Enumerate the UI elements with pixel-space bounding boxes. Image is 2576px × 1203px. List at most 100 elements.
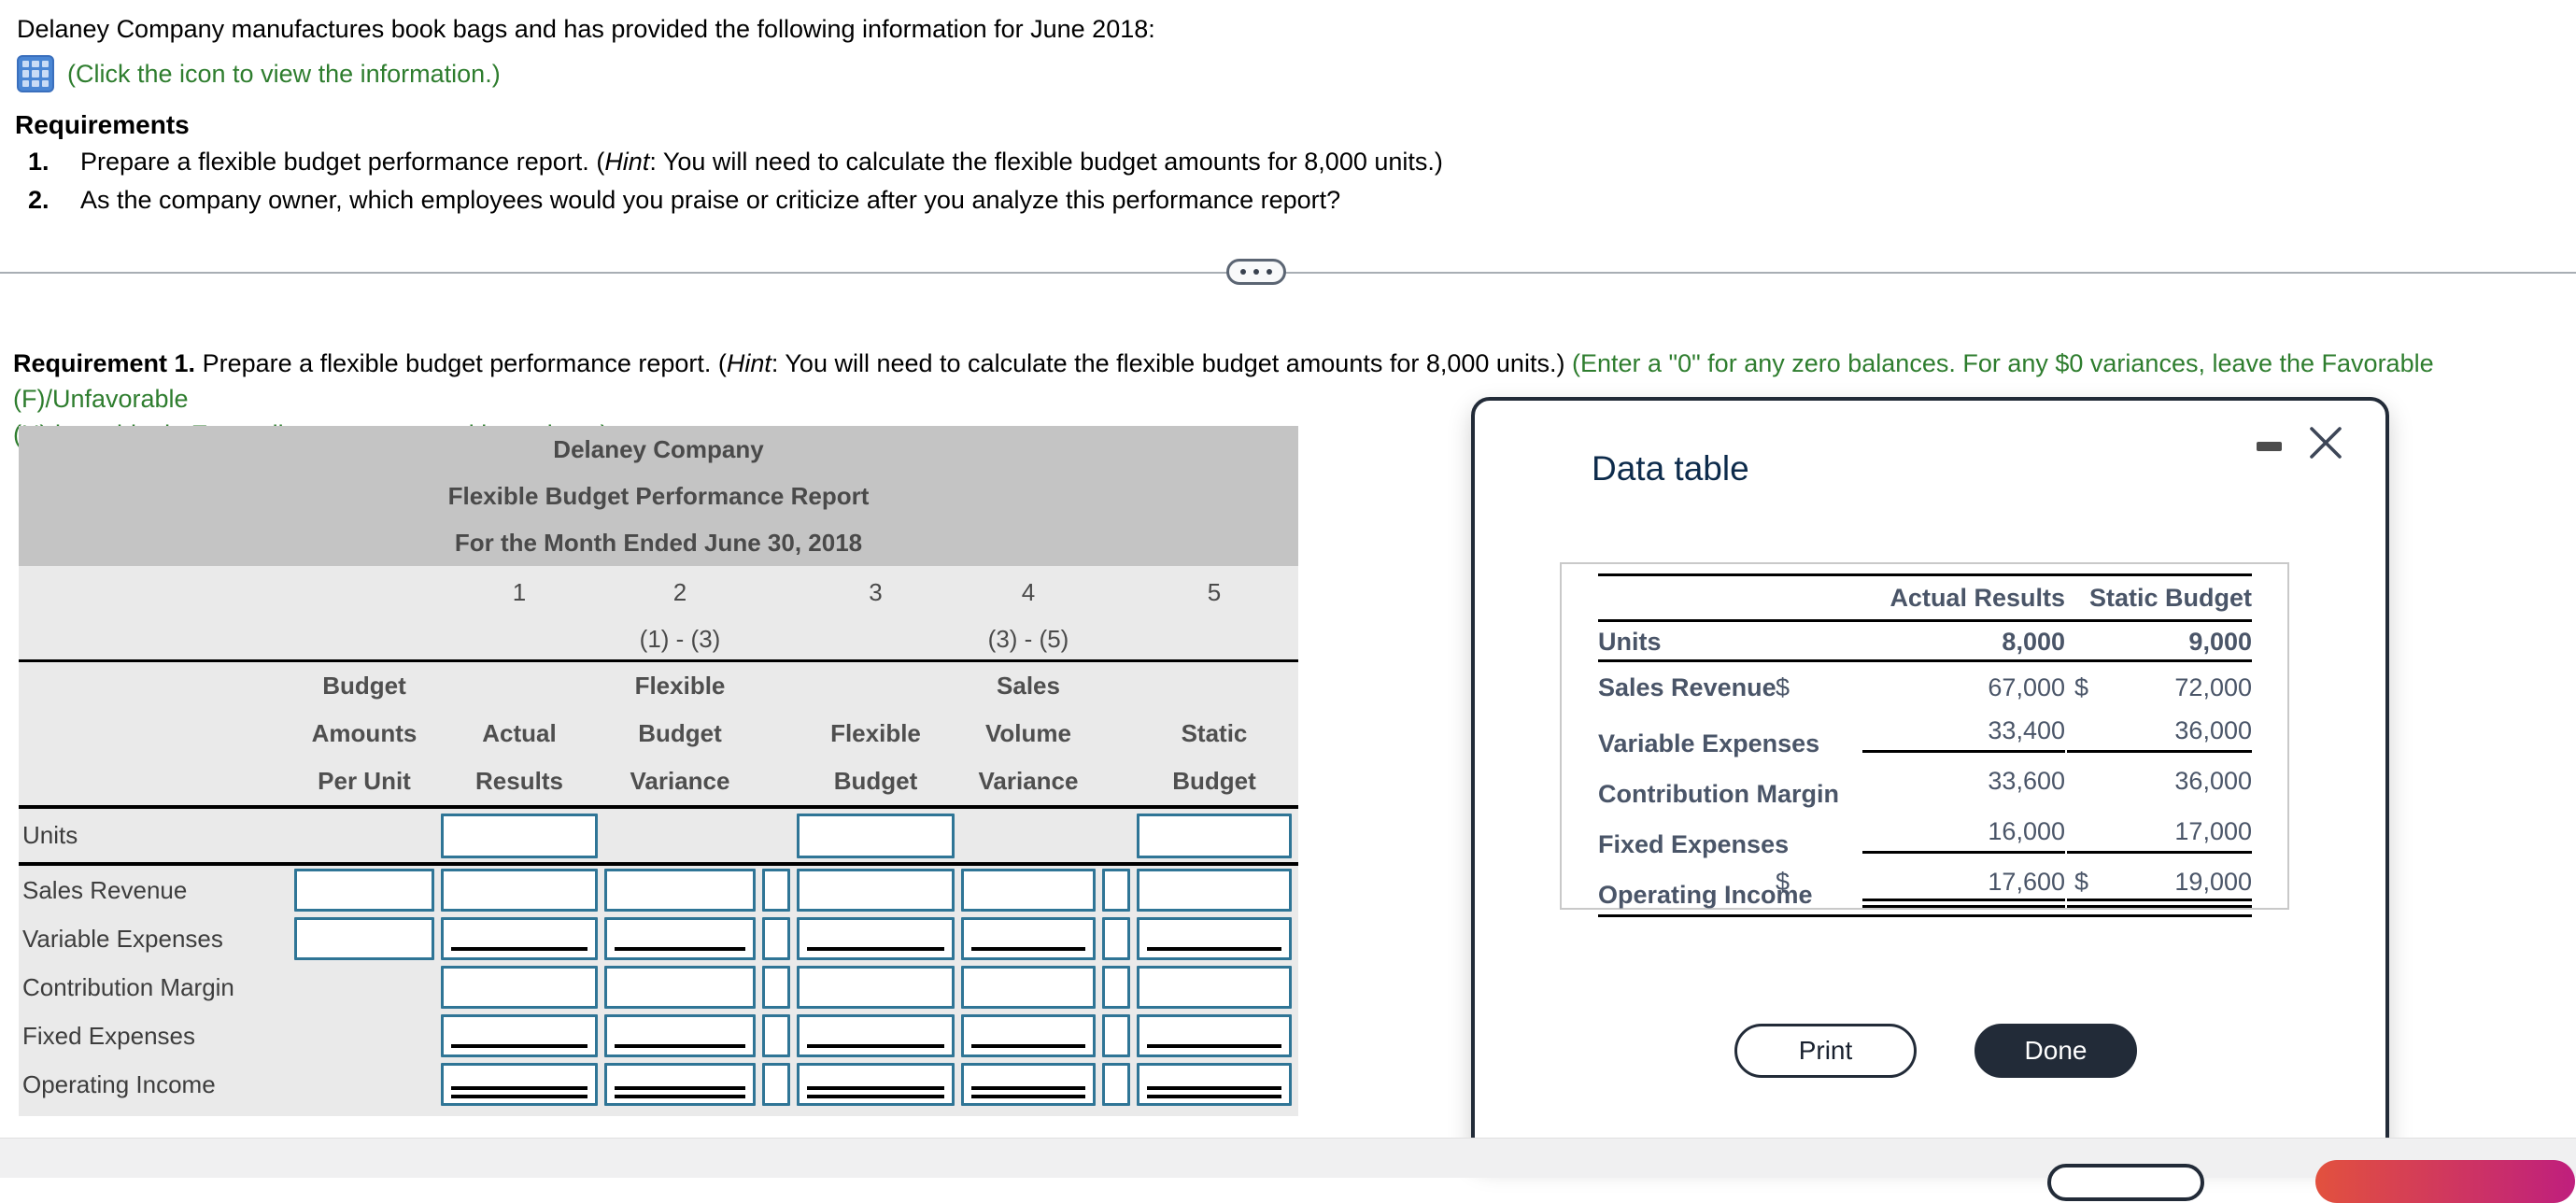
- input-sales-revenue-fbv-fu[interactable]: [762, 869, 790, 912]
- requirement-2-text: As the company owner, which employees wo…: [80, 186, 1341, 214]
- header-static: Static: [1181, 719, 1248, 747]
- header-budget2: Budget: [638, 719, 722, 747]
- row-label-operating-income: Operating Income: [22, 1069, 216, 1098]
- header-actual: Actual: [482, 719, 557, 747]
- col-number-5: 5: [1207, 577, 1222, 606]
- col-number-1: 1: [512, 577, 527, 606]
- col-number-3: 3: [869, 577, 883, 606]
- column-static-budget: Static Budget: [2088, 584, 2252, 612]
- data-row-sales-revenue: Sales Revenue $ 67,000 $ 72,000: [1598, 673, 2252, 701]
- data-table-panel: Actual Results Static Budget Units 8,000…: [1560, 562, 2289, 917]
- ellipsis-icon[interactable]: [1226, 259, 1286, 285]
- input-sales-revenue-budget-per-unit[interactable]: [294, 869, 434, 912]
- table-grid-icon[interactable]: [17, 55, 54, 92]
- units-flexible-budget-field[interactable]: [800, 815, 952, 856]
- input-units-actual-results[interactable]: [441, 813, 598, 858]
- input-sales-revenue-actual-results[interactable]: [441, 869, 598, 912]
- report-title: Flexible Budget Performance Report: [447, 482, 870, 510]
- requirement-2-number: 2.: [28, 186, 50, 214]
- row-label-units: Units: [22, 821, 78, 849]
- data-row-operating-income: Operating Income $ 17,600 $ 19,000: [1598, 868, 2252, 909]
- view-information-row: (Click the icon to view the information.…: [17, 54, 501, 93]
- input-fixed-expenses-fbv-fu[interactable]: [762, 1014, 790, 1057]
- input-contribution-margin-flexible-budget-variance[interactable]: [604, 966, 756, 1009]
- report-column-numbers-band: 1 2 3 4 5 (1) - (3) (3) - (5): [19, 566, 1298, 659]
- header-per-unit: Per Unit: [318, 767, 411, 795]
- column-actual-results: Actual Results: [1890, 584, 2065, 612]
- input-variable-expenses-budget-per-unit[interactable]: [294, 917, 434, 960]
- table-row-operating-income: Operating Income: [19, 1060, 1298, 1109]
- input-fixed-expenses-sales-volume-variance[interactable]: [961, 1014, 1096, 1057]
- header-sales: Sales: [997, 672, 1060, 700]
- print-button[interactable]: Print: [1734, 1024, 1917, 1078]
- input-sales-revenue-flexible-budget[interactable]: [797, 869, 955, 912]
- col-number-4: 4: [1021, 577, 1036, 606]
- close-icon[interactable]: [2304, 421, 2347, 464]
- table-row-variable-expenses: Variable Expenses: [19, 914, 1298, 963]
- input-fixed-expenses-static-budget[interactable]: [1137, 1014, 1292, 1057]
- input-units-flexible-budget[interactable]: [797, 813, 955, 858]
- input-contribution-margin-svv-fu[interactable]: [1102, 966, 1130, 1009]
- report-period: For the Month Ended June 30, 2018: [454, 529, 863, 557]
- table-row-sales-revenue: Sales Revenue: [19, 866, 1298, 914]
- header-budget3: Budget: [833, 767, 918, 795]
- input-fixed-expenses-flexible-budget-variance[interactable]: [604, 1014, 756, 1057]
- data-table-header: Actual Results Static Budget: [1598, 576, 2252, 619]
- units-static-budget-field[interactable]: [1139, 815, 1289, 856]
- formula-sales-volume-variance: (3) - (5): [987, 624, 1069, 653]
- header-volume: Volume: [985, 719, 1071, 747]
- input-fixed-expenses-svv-fu[interactable]: [1102, 1014, 1130, 1057]
- row-label-sales-revenue: Sales Revenue: [22, 875, 188, 904]
- requirement-1-text: Prepare a flexible budget performance re…: [80, 148, 1443, 176]
- requirements-heading: Requirements: [15, 110, 190, 139]
- input-variable-expenses-fbv-fu[interactable]: [762, 917, 790, 960]
- input-sales-revenue-sales-volume-variance[interactable]: [961, 869, 1096, 912]
- input-units-static-budget[interactable]: [1137, 813, 1292, 858]
- input-operating-income-svv-fu[interactable]: [1102, 1063, 1130, 1106]
- report-column-headers: Budget Flexible Sales Amounts Actual Bud…: [19, 662, 1298, 805]
- input-variable-expenses-flexible-budget-variance[interactable]: [604, 917, 756, 960]
- view-information-link[interactable]: (Click the icon to view the information.…: [67, 60, 501, 89]
- input-sales-revenue-svv-fu[interactable]: [1102, 869, 1130, 912]
- input-variable-expenses-sales-volume-variance[interactable]: [961, 917, 1096, 960]
- input-sales-revenue-static-budget[interactable]: [1137, 869, 1292, 912]
- input-variable-expenses-svv-fu[interactable]: [1102, 917, 1130, 960]
- input-contribution-margin-fbv-fu[interactable]: [762, 966, 790, 1009]
- done-button[interactable]: Done: [1974, 1024, 2137, 1078]
- header-variance2: Variance: [978, 767, 1079, 795]
- input-operating-income-static-budget[interactable]: [1137, 1063, 1292, 1106]
- input-variable-expenses-flexible-budget[interactable]: [797, 917, 955, 960]
- row-label-contribution-margin: Contribution Margin: [22, 972, 234, 1001]
- input-variable-expenses-static-budget[interactable]: [1137, 917, 1292, 960]
- input-fixed-expenses-actual-results[interactable]: [441, 1014, 598, 1057]
- input-operating-income-flexible-budget[interactable]: [797, 1063, 955, 1106]
- input-contribution-margin-flexible-budget[interactable]: [797, 966, 955, 1009]
- cutoff-pink-button[interactable]: [2315, 1160, 2575, 1203]
- input-operating-income-sales-volume-variance[interactable]: [961, 1063, 1096, 1106]
- col-number-2: 2: [672, 577, 687, 606]
- dollar-sign: $: [1776, 673, 1790, 701]
- input-operating-income-actual-results[interactable]: [441, 1063, 598, 1106]
- units-actual-results-field[interactable]: [444, 815, 595, 856]
- formula-flexible-budget-variance: (1) - (3): [639, 624, 721, 653]
- input-contribution-margin-static-budget[interactable]: [1137, 966, 1292, 1009]
- header-flexible2: Flexible: [830, 719, 921, 747]
- input-contribution-margin-sales-volume-variance[interactable]: [961, 966, 1096, 1009]
- input-fixed-expenses-flexible-budget[interactable]: [797, 1014, 955, 1057]
- intro-text: Delaney Company manufactures book bags a…: [17, 15, 1155, 43]
- row-label-fixed-expenses: Fixed Expenses: [22, 1021, 195, 1050]
- input-contribution-margin-actual-results[interactable]: [441, 966, 598, 1009]
- input-operating-income-fbv-fu[interactable]: [762, 1063, 790, 1106]
- data-table-dialog: Data table Actual Results Static Budget …: [1471, 397, 2389, 1160]
- input-variable-expenses-actual-results[interactable]: [441, 917, 598, 960]
- cutoff-outline-button[interactable]: [2047, 1164, 2204, 1201]
- table-row-units: Units: [19, 809, 1298, 862]
- flexible-budget-report-table: Delaney Company Flexible Budget Performa…: [19, 426, 1298, 1116]
- input-sales-revenue-flexible-budget-variance[interactable]: [604, 869, 756, 912]
- header-budget: Budget: [322, 672, 406, 700]
- table-row-fixed-expenses: Fixed Expenses: [19, 1012, 1298, 1060]
- report-company-name: Delaney Company: [553, 435, 764, 463]
- input-operating-income-flexible-budget-variance[interactable]: [604, 1063, 756, 1106]
- header-variance: Variance: [630, 767, 730, 795]
- minimize-icon[interactable]: [2257, 442, 2282, 451]
